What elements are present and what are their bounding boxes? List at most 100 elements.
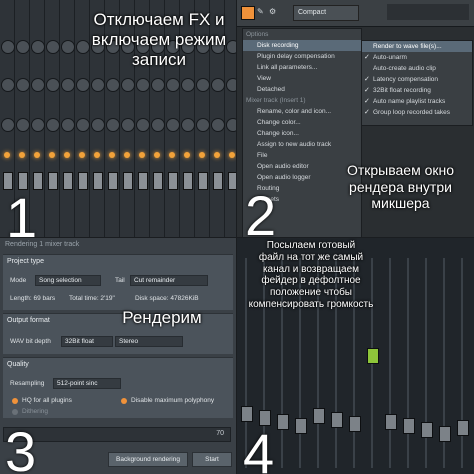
menu-item[interactable]: Change icon...: [243, 128, 361, 139]
pan-knob[interactable]: [1, 118, 15, 132]
pan-knob[interactable]: [166, 78, 180, 92]
submenu-item[interactable]: Render to wave file(s)...: [362, 41, 472, 52]
volume-fader[interactable]: [198, 172, 208, 190]
resampling-select[interactable]: 512-point sinc: [53, 378, 121, 389]
menu-item[interactable]: Plugin delay compensation: [243, 51, 361, 62]
pan-knob[interactable]: [196, 78, 210, 92]
volume-fader[interactable]: [168, 172, 178, 190]
pan-knob[interactable]: [61, 40, 75, 54]
volume-fader[interactable]: [313, 408, 325, 424]
pan-knob[interactable]: [61, 118, 75, 132]
pan-knob[interactable]: [46, 40, 60, 54]
mode-select[interactable]: Song selection: [35, 275, 101, 286]
volume-fader[interactable]: [241, 406, 253, 422]
pan-knob[interactable]: [136, 78, 150, 92]
volume-fader[interactable]: [78, 172, 88, 190]
pan-knob[interactable]: [16, 40, 30, 54]
plug-icon[interactable]: ✎: [257, 7, 264, 16]
volume-fader[interactable]: [183, 172, 193, 190]
volume-fader[interactable]: [295, 418, 307, 434]
mute-led[interactable]: [139, 152, 145, 158]
volume-fader[interactable]: [153, 172, 163, 190]
pan-knob[interactable]: [136, 118, 150, 132]
menu-item[interactable]: Assign to new audio track: [243, 139, 361, 150]
pan-knob[interactable]: [91, 118, 105, 132]
menu-item[interactable]: Link all parameters...: [243, 62, 361, 73]
menu-item[interactable]: Change color...: [243, 117, 361, 128]
hq-plugins-checkbox[interactable]: [12, 398, 18, 404]
pan-knob[interactable]: [181, 118, 195, 132]
pan-knob[interactable]: [1, 78, 15, 92]
pan-knob[interactable]: [151, 118, 165, 132]
pan-knob[interactable]: [121, 118, 135, 132]
tail-select[interactable]: Cut remainder: [130, 275, 208, 286]
pan-knob[interactable]: [16, 118, 30, 132]
pan-knob[interactable]: [31, 78, 45, 92]
disable-polyphony-checkbox[interactable]: [121, 398, 127, 404]
volume-fader[interactable]: [48, 172, 58, 190]
volume-fader[interactable]: [403, 418, 415, 434]
volume-fader[interactable]: [228, 172, 236, 190]
layout-select[interactable]: Compact: [293, 5, 359, 21]
mute-led[interactable]: [199, 152, 205, 158]
pan-knob[interactable]: [211, 78, 225, 92]
mute-led[interactable]: [214, 152, 220, 158]
pan-knob[interactable]: [226, 78, 236, 92]
pan-knob[interactable]: [151, 78, 165, 92]
mute-led[interactable]: [34, 152, 40, 158]
mute-led[interactable]: [4, 152, 10, 158]
menu-item[interactable]: Rename, color and icon...: [243, 106, 361, 117]
menu-arrow-icon[interactable]: [241, 6, 255, 20]
volume-fader[interactable]: [108, 172, 118, 190]
volume-fader[interactable]: [93, 172, 103, 190]
submenu-item[interactable]: ✓ Auto-unarm: [362, 52, 472, 63]
pan-knob[interactable]: [46, 78, 60, 92]
volume-fader[interactable]: [331, 412, 343, 428]
pan-knob[interactable]: [211, 118, 225, 132]
mute-led[interactable]: [109, 152, 115, 158]
pan-knob[interactable]: [106, 118, 120, 132]
dithering-checkbox[interactable]: [12, 409, 18, 415]
pan-knob[interactable]: [181, 78, 195, 92]
submenu-item[interactable]: Auto-create audio clip: [362, 63, 472, 74]
mute-led[interactable]: [49, 152, 55, 158]
start-button[interactable]: Start: [192, 452, 232, 467]
pan-knob[interactable]: [226, 118, 236, 132]
pan-knob[interactable]: [91, 78, 105, 92]
mute-led[interactable]: [94, 152, 100, 158]
selected-track-fader[interactable]: [367, 348, 379, 364]
submenu-item[interactable]: ✓ 32Bit float recording: [362, 85, 472, 96]
mute-led[interactable]: [184, 152, 190, 158]
pan-knob[interactable]: [61, 78, 75, 92]
volume-fader[interactable]: [421, 422, 433, 438]
bit-depth-select[interactable]: 32Bit float: [61, 336, 113, 347]
menu-item[interactable]: Detached: [243, 84, 361, 95]
pan-knob[interactable]: [196, 118, 210, 132]
mute-led[interactable]: [229, 152, 235, 158]
submenu-item[interactable]: ✓ Group loop recorded takes: [362, 107, 472, 118]
menu-item[interactable]: Disk recording: [243, 40, 361, 51]
volume-fader[interactable]: [277, 414, 289, 430]
volume-fader[interactable]: [349, 416, 361, 432]
channels-select[interactable]: Stereo: [115, 336, 183, 347]
pan-knob[interactable]: [46, 118, 60, 132]
mute-led[interactable]: [64, 152, 70, 158]
volume-fader[interactable]: [439, 426, 451, 442]
pan-knob[interactable]: [31, 118, 45, 132]
pan-knob[interactable]: [76, 78, 90, 92]
pan-knob[interactable]: [121, 78, 135, 92]
mute-led[interactable]: [154, 152, 160, 158]
submenu-item[interactable]: ✓ Latency compensation: [362, 74, 472, 85]
pan-knob[interactable]: [166, 118, 180, 132]
mute-led[interactable]: [124, 152, 130, 158]
volume-fader[interactable]: [63, 172, 73, 190]
volume-fader[interactable]: [457, 420, 469, 436]
volume-fader[interactable]: [213, 172, 223, 190]
mute-led[interactable]: [19, 152, 25, 158]
pan-knob[interactable]: [76, 118, 90, 132]
volume-fader[interactable]: [385, 414, 397, 430]
tool-icon[interactable]: ⚙: [269, 7, 276, 16]
volume-fader[interactable]: [138, 172, 148, 190]
volume-fader[interactable]: [123, 172, 133, 190]
mute-led[interactable]: [79, 152, 85, 158]
